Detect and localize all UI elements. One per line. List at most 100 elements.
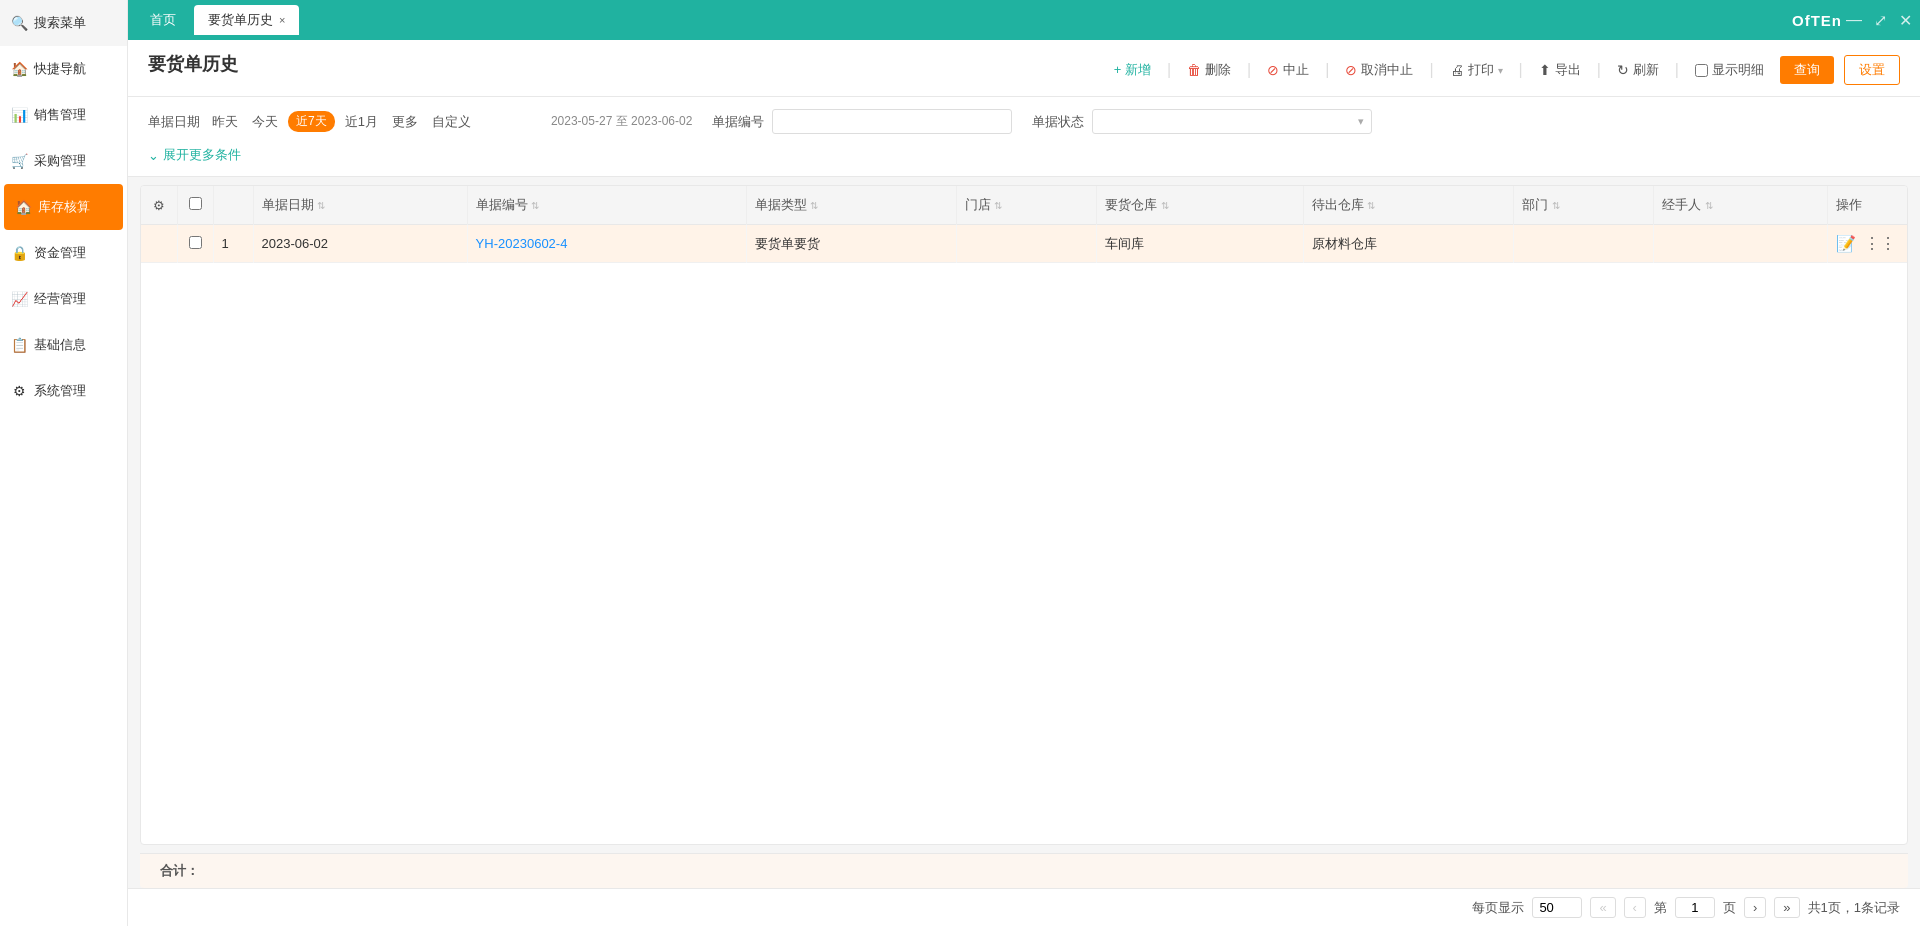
tab-home[interactable]: 首页: [136, 5, 190, 35]
last-page-button[interactable]: »: [1774, 897, 1799, 918]
page-size-select[interactable]: 50 10 20 100: [1532, 897, 1582, 918]
cell-store: [956, 225, 1096, 263]
page-label: 第: [1654, 899, 1667, 917]
th-doc-date[interactable]: 单据日期 ⇅: [253, 186, 467, 225]
sidebar-item-inventory[interactable]: 🏠 库存核算: [4, 184, 123, 230]
row-checkbox[interactable]: [189, 236, 202, 249]
first-page-button[interactable]: «: [1590, 897, 1615, 918]
docno-input[interactable]: [772, 109, 1012, 134]
sidebar-search-label: 搜索菜单: [34, 14, 86, 32]
th-handler[interactable]: 经手人 ⇅: [1654, 186, 1827, 225]
refresh-button[interactable]: ↻ 刷新: [1611, 57, 1665, 83]
cancel-stop-button[interactable]: ⊘ 取消中止: [1339, 57, 1419, 83]
page-size-label: 每页显示: [1472, 899, 1524, 917]
delete-button[interactable]: 🗑 删除: [1181, 57, 1237, 83]
th-doc-type[interactable]: 单据类型 ⇅: [746, 186, 956, 225]
th-store[interactable]: 门店 ⇅: [956, 186, 1096, 225]
sort-icon: ⇅: [1367, 200, 1375, 211]
date-option-more[interactable]: 更多: [388, 111, 422, 133]
cell-handler: [1654, 225, 1827, 263]
prev-page-button[interactable]: ‹: [1624, 897, 1646, 918]
sidebar-item-basic[interactable]: 📋 基础信息: [0, 322, 127, 368]
page-content: 要货单历史 + 新增 | 🗑 删除 | ⊘ 中止 |: [128, 40, 1920, 926]
basic-icon: 📋: [10, 336, 28, 354]
operation-icon: 📈: [10, 290, 28, 308]
sidebar-item-sales[interactable]: 📊 销售管理: [0, 92, 127, 138]
th-req-warehouse[interactable]: 要货仓库 ⇅: [1096, 186, 1303, 225]
sidebar-item-finance[interactable]: 🔒 资金管理: [0, 230, 127, 276]
maximize-button[interactable]: ⤢: [1874, 11, 1887, 30]
show-detail-button[interactable]: 显示明细: [1689, 57, 1770, 83]
tab-controls: — ⤢ ✕: [1846, 11, 1912, 30]
sort-icon: ⇅: [1161, 200, 1169, 211]
th-gear[interactable]: ⚙: [141, 186, 177, 225]
filter-row-1: 单据日期 昨天 今天 近7天 近1月 更多 自定义 2023-05-27 至 2…: [148, 109, 1900, 134]
cell-check: [177, 225, 213, 263]
sidebar-item-label: 销售管理: [34, 106, 86, 124]
th-department[interactable]: 部门 ⇅: [1513, 186, 1653, 225]
settings-button[interactable]: 设置: [1844, 55, 1900, 85]
date-option-yesterday[interactable]: 昨天: [208, 111, 242, 133]
select-all-checkbox[interactable]: [189, 197, 202, 210]
tab-bar: 首页 要货单历史 × OfTEn — ⤢ ✕: [128, 0, 1920, 40]
show-detail-checkbox[interactable]: [1695, 64, 1708, 77]
tab-close-icon[interactable]: ×: [279, 14, 285, 26]
next-page-button[interactable]: ›: [1744, 897, 1766, 918]
query-button[interactable]: 查询: [1780, 56, 1834, 84]
filter-date-group: 单据日期 昨天 今天 近7天 近1月 更多 自定义 2023-05-27 至 2…: [148, 111, 692, 133]
sidebar-item-operation[interactable]: 📈 经营管理: [0, 276, 127, 322]
page-unit: 页: [1723, 899, 1736, 917]
edit-action-icon[interactable]: 📝: [1836, 234, 1856, 253]
new-button[interactable]: + 新增: [1108, 57, 1157, 83]
sort-icon: ⇅: [531, 200, 539, 211]
sidebar-item-label: 快捷导航: [34, 60, 86, 78]
minimize-button[interactable]: —: [1846, 11, 1862, 29]
delete-icon: 🗑: [1187, 62, 1201, 78]
cancel-stop-icon: ⊘: [1345, 62, 1357, 78]
expand-more-button[interactable]: ⌄ 展开更多条件: [148, 146, 241, 164]
footer-sum-row: 合计：: [140, 853, 1908, 888]
tab-requisition-history[interactable]: 要货单历史 ×: [194, 5, 299, 35]
cell-doc-no[interactable]: YH-20230602-4: [467, 225, 746, 263]
status-select[interactable]: [1092, 109, 1372, 134]
th-doc-no[interactable]: 单据编号 ⇅: [467, 186, 746, 225]
sidebar-item-label: 经营管理: [34, 290, 86, 308]
page-input[interactable]: [1675, 897, 1715, 918]
date-option-7days[interactable]: 近7天: [288, 111, 335, 132]
sales-icon: 📊: [10, 106, 28, 124]
stop-button[interactable]: ⊘ 中止: [1261, 57, 1315, 83]
more-action-icon[interactable]: ⋮⋮: [1864, 234, 1896, 253]
cell-actions: 📝 ⋮⋮: [1827, 225, 1907, 263]
date-option-today[interactable]: 今天: [248, 111, 282, 133]
inventory-icon: 🏠: [14, 198, 32, 216]
sidebar-item-label: 库存核算: [38, 198, 90, 216]
th-check: [177, 186, 213, 225]
cell-index: 1: [213, 225, 253, 263]
sidebar-item-quick-nav[interactable]: 🏠 快捷导航: [0, 46, 127, 92]
table-row: 1 2023-06-02 YH-20230602-4 要货单要货: [141, 225, 1907, 263]
docno-filter-label: 单据编号: [712, 113, 764, 131]
export-button[interactable]: ⬆ 导出: [1533, 57, 1587, 83]
sidebar: 🔍 搜索菜单 🏠 快捷导航 📊 销售管理 🛒 采购管理 🏠 库存核算 🔒 资金管…: [0, 0, 128, 926]
date-option-1month[interactable]: 近1月: [341, 111, 382, 133]
print-button[interactable]: 🖨 打印 ▾: [1444, 57, 1509, 83]
sidebar-item-system[interactable]: ⚙ 系统管理: [0, 368, 127, 414]
cell-req-warehouse: 车间库: [1096, 225, 1303, 263]
cell-expand: [141, 225, 177, 263]
page-header: 要货单历史 + 新增 | 🗑 删除 | ⊘ 中止 |: [128, 40, 1920, 97]
pagination: 每页显示 50 10 20 100 « ‹ 第 页 › » 共1页，1条记录: [128, 888, 1920, 926]
th-pending-warehouse[interactable]: 待出仓库 ⇅: [1303, 186, 1513, 225]
sidebar-item-label: 采购管理: [34, 152, 86, 170]
filter-status-group: 单据状态: [1032, 109, 1372, 134]
cell-department: [1513, 225, 1653, 263]
sidebar-search[interactable]: 🔍 搜索菜单: [0, 0, 127, 46]
doc-no-link[interactable]: YH-20230602-4: [476, 236, 568, 251]
table-area: ⚙ 单据日期 ⇅ 单据编号 ⇅: [140, 185, 1908, 845]
date-option-custom[interactable]: 自定义: [428, 111, 475, 133]
status-filter-label: 单据状态: [1032, 113, 1084, 131]
close-button[interactable]: ✕: [1899, 11, 1912, 30]
date-range-display: 2023-05-27 至 2023-06-02: [551, 113, 692, 130]
sidebar-item-purchase[interactable]: 🛒 采购管理: [0, 138, 127, 184]
stop-icon: ⊘: [1267, 62, 1279, 78]
sort-icon: ⇅: [317, 200, 325, 211]
